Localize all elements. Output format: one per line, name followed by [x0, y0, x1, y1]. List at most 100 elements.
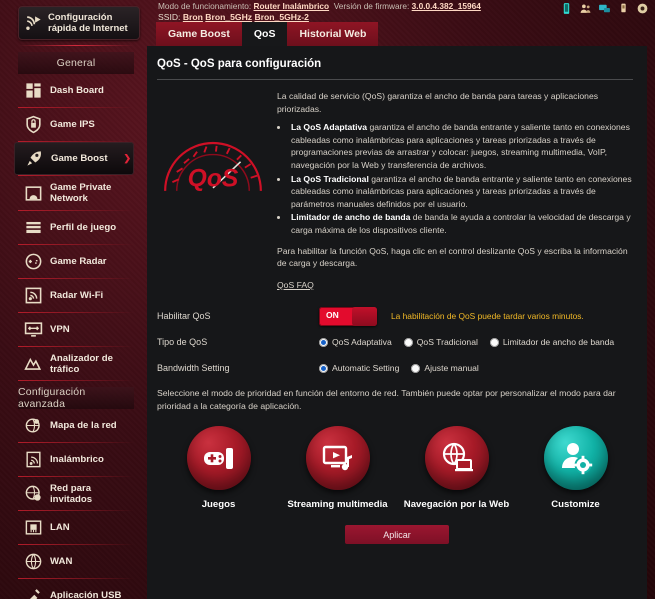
sidebar-item-label: Game Boost: [51, 153, 108, 164]
sidebar-divider: [18, 45, 134, 46]
category-label: Juegos: [201, 499, 236, 511]
category-label: Navegación por la Web: [403, 499, 510, 511]
bandwidth-radio-group: Automatic Setting Ajuste manual: [319, 363, 491, 373]
ssid-link-1[interactable]: Bron: [183, 12, 203, 22]
sidebar-item-label: Radar Wi-Fi: [50, 290, 104, 301]
sidebar-item-label: Game Radar: [50, 256, 107, 267]
radio-indicator: [319, 337, 328, 347]
sidebar-item-label: WAN: [50, 556, 73, 567]
gear-icon[interactable]: [636, 2, 649, 15]
sidebar-item-label: Red para invitados: [50, 482, 93, 505]
rocket-icon: [27, 151, 41, 166]
enable-qos-hint: La habilitación de QoS puede tardar vari…: [391, 311, 584, 322]
mode-value-link[interactable]: Router Inalámbrico: [253, 1, 329, 11]
toggle-knob: [352, 306, 377, 326]
qos-gauge-logo: QoS: [164, 141, 262, 192]
tunnel-icon: [25, 185, 42, 201]
tab-qos[interactable]: QoS: [241, 22, 288, 46]
lan-icon: [25, 520, 42, 535]
guest-network-icon: [25, 485, 41, 501]
row-enable-qos: Habilitar QoS ON La habilitación de QoS …: [147, 303, 647, 329]
radio-qos-adaptativa[interactable]: QoS Adaptativa: [319, 337, 392, 347]
enable-qos-toggle[interactable]: ON: [319, 306, 377, 326]
radio-label: QoS Adaptativa: [332, 337, 392, 348]
ssid-link-3[interactable]: Bron_5GHz-2: [254, 12, 308, 22]
network-icon[interactable]: [598, 2, 611, 15]
status-bar: Modo de funcionamiento: Router Inalámbri…: [148, 0, 655, 22]
customize-user-gear-icon: [561, 443, 592, 475]
bullet-strong: La QoS Tradicional: [291, 173, 369, 184]
sidebar-item-label: Inalámbrico: [50, 454, 104, 465]
sidebar-item-label: Game Private Network: [50, 182, 112, 204]
apply-button[interactable]: Aplicar: [345, 525, 449, 545]
priority-category-list: Juegos Streaming multimedia Navegación p…: [147, 412, 647, 511]
quick-setup-icon: [26, 15, 41, 30]
radio-label: Ajuste manual: [424, 363, 479, 374]
radio-qos-tradicional[interactable]: QoS Tradicional: [403, 337, 478, 348]
firmware-label: Versión de firmware:: [333, 1, 410, 11]
status-icon-group: [560, 2, 649, 15]
sidebar-item-inalambrico[interactable]: Inalámbrico: [18, 443, 134, 476]
priority-intro: Seleccione el modo de prioridad en funci…: [157, 388, 616, 411]
network-map-icon: [25, 418, 40, 433]
sidebar-item-game-radar[interactable]: Game Radar: [18, 245, 134, 278]
usb-icon[interactable]: [617, 2, 630, 15]
radio-indicator: [411, 363, 421, 373]
sidebar-item-dash-board[interactable]: Dash Board: [18, 74, 134, 107]
category-navegacion-web[interactable]: Navegación por la Web: [402, 426, 512, 511]
sidebar-item-mapa-de-la-red[interactable]: Mapa de la red: [18, 409, 134, 442]
radio-automatic-setting[interactable]: Automatic Setting: [319, 363, 399, 373]
category-label: Streaming multimedia: [287, 499, 388, 511]
usb-app-icon: [30, 589, 40, 599]
gauge-label: QoS: [188, 165, 239, 192]
sidebar-item-red-para-invitados[interactable]: Red para invitados: [18, 477, 134, 510]
category-customize[interactable]: Customize: [521, 426, 631, 511]
sidebar-item-radar-wifi[interactable]: Radar Wi-Fi: [18, 279, 134, 312]
tab-game-boost[interactable]: Game Boost: [156, 22, 242, 46]
sidebar-item-game-private-network[interactable]: Game Private Network: [18, 176, 134, 210]
tab-historial-web[interactable]: Historial Web: [287, 22, 379, 46]
sidebar-group-advanced: Configuración avanzada: [18, 386, 134, 410]
category-juegos[interactable]: Juegos: [164, 426, 274, 511]
mobile-icon[interactable]: [560, 2, 573, 15]
intro-paragraph: La calidad de servicio (QoS) garantiza e…: [277, 91, 599, 114]
sidebar-item-game-boost[interactable]: Game Boost ❯: [14, 142, 134, 175]
apply-button-row: Aplicar: [147, 525, 647, 545]
sidebar-item-label: Dash Board: [50, 85, 104, 96]
sidebar-item-lan[interactable]: LAN: [18, 511, 134, 544]
sidebar-item-vpn[interactable]: VPN: [18, 313, 134, 346]
users-icon[interactable]: [579, 2, 592, 15]
profile-icon: [26, 221, 41, 234]
sidebar-item-perfil-de-juego[interactable]: Perfil de juego: [18, 211, 134, 244]
radio-limitador-ancho-banda[interactable]: Limitador de ancho de banda: [489, 337, 614, 347]
qos-type-label: Tipo de QoS: [157, 337, 208, 348]
firmware-value-link[interactable]: 3.0.0.4.382_15964: [412, 1, 481, 11]
radio-label: QoS Tradicional: [416, 337, 478, 348]
sidebar-item-label: LAN: [50, 522, 70, 533]
description-block: QoS La calidad de servicio (QoS) garanti…: [147, 80, 647, 291]
radio-indicator: [403, 337, 413, 347]
qos-type-radio-group: QoS Adaptativa QoS Tradicional Limitador…: [319, 337, 626, 347]
ssid-link-2[interactable]: Bron_5GHz: [205, 12, 252, 22]
enable-qos-label: Habilitar QoS: [157, 311, 211, 322]
sidebar-item-aplicacion-usb[interactable]: Aplicación USB: [18, 579, 134, 599]
radio-indicator: [319, 363, 328, 373]
radio-ajuste-manual[interactable]: Ajuste manual: [411, 363, 479, 374]
sidebar-item-label: Aplicación USB: [50, 590, 122, 599]
sidebar-item-label: Perfil de juego: [50, 222, 117, 233]
list-item: Limitador de ancho de banda de banda le …: [289, 211, 633, 236]
category-label: Customize: [551, 499, 600, 511]
category-streaming-multimedia[interactable]: Streaming multimedia: [283, 426, 393, 511]
qos-faq-link[interactable]: QoS FAQ: [277, 279, 314, 292]
bullet-strong: La QoS Adaptativa: [291, 122, 368, 133]
bandwidth-setting-label: Bandwidth Setting: [157, 363, 230, 374]
qos-panel: QoS - QoS para configuración QoS La cali…: [147, 46, 647, 599]
list-item: La QoS Adaptativa garantiza el ancho de …: [289, 121, 633, 171]
sidebar-item-analizador-de-trafico[interactable]: Analizador de tráfico: [18, 347, 134, 380]
quick-setup-label: Configuración rápida de Internet: [48, 12, 128, 34]
sidebar-item-wan[interactable]: WAN: [18, 545, 134, 578]
tab-bar: Game Boost QoS Historial Web: [148, 22, 655, 46]
quick-internet-setup-button[interactable]: Configuración rápida de Internet: [18, 6, 140, 40]
sidebar: Configuración rápida de Internet General…: [0, 0, 148, 599]
sidebar-item-game-ips[interactable]: Game IPS: [18, 108, 134, 141]
